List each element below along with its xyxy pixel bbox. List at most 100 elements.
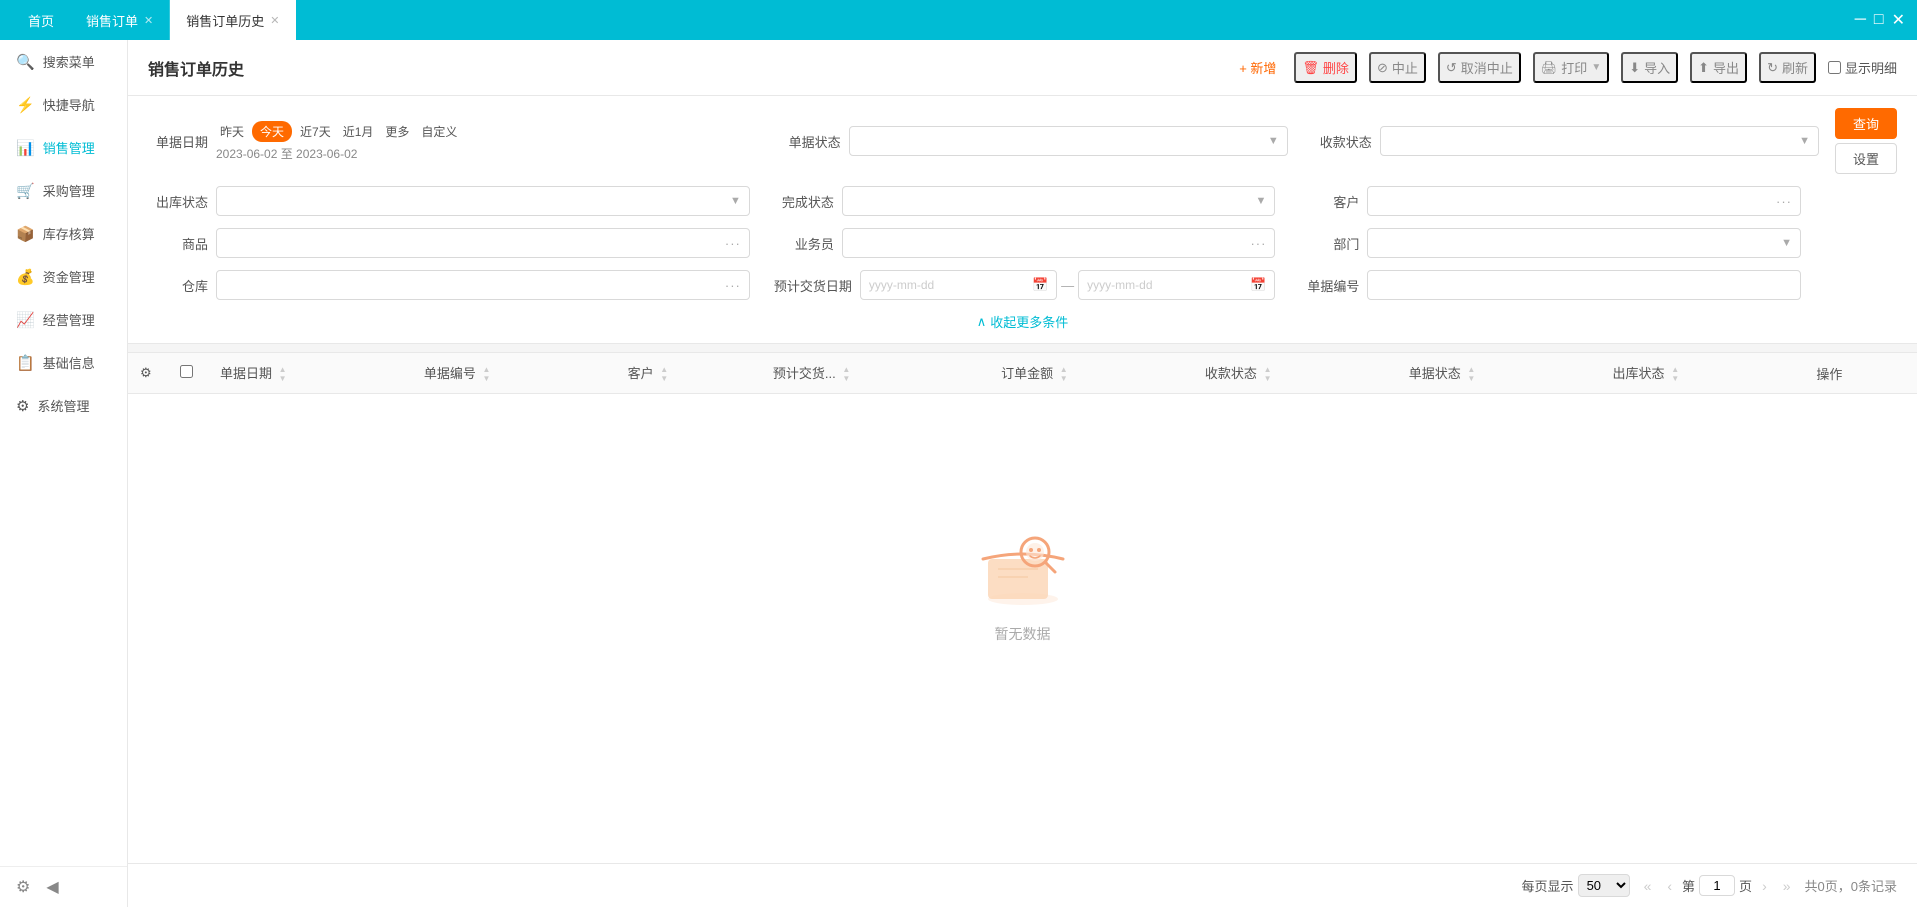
window-close-icon[interactable]: ✕: [1892, 10, 1905, 30]
th-customer[interactable]: 客户 ▲▼: [616, 353, 761, 394]
filter-salesperson: 业务员 ···: [774, 228, 1276, 258]
warehouse-more-icon: ···: [725, 278, 741, 293]
bill-number-label: 单据编号: [1299, 276, 1359, 295]
settings-button[interactable]: 设置: [1835, 143, 1897, 174]
query-button[interactable]: 查询: [1835, 108, 1897, 139]
refresh-button[interactable]: ↻ 刷新: [1759, 52, 1816, 83]
action-buttons: 查询 设置: [1835, 108, 1897, 174]
finance-icon: 💰: [16, 268, 35, 286]
sidebar-item-inventory[interactable]: 📦 库存核算: [0, 212, 127, 255]
receipt-status-dropdown-icon: ▼: [1799, 135, 1810, 147]
sidebar-item-operations[interactable]: 📈 经营管理: [0, 298, 127, 341]
stock-out-dropdown-icon: ▼: [730, 195, 741, 207]
stock-out-select[interactable]: ▼: [216, 186, 750, 216]
th-receipt-status[interactable]: 收款状态 ▲▼: [1193, 353, 1397, 394]
new-button[interactable]: + 新增: [1233, 54, 1282, 81]
inventory-icon: 📦: [16, 225, 35, 243]
tab-sales-order[interactable]: 销售订单 ✕: [70, 0, 170, 40]
export-button[interactable]: ⬆ 导出: [1690, 52, 1747, 83]
bill-number-sort-icon: ▲▼: [482, 366, 490, 383]
th-planned-delivery[interactable]: 预计交货... ▲▼: [761, 353, 989, 394]
filter-customer: 客户 ···: [1299, 186, 1801, 216]
date-tab-more[interactable]: 更多: [381, 121, 413, 142]
print-button[interactable]: 🖨 打印 ▼: [1533, 52, 1609, 83]
th-checkbox[interactable]: [168, 353, 208, 394]
per-page-dropdown[interactable]: 50 100 200: [1578, 874, 1630, 897]
cancel-stop-button[interactable]: ↺ 取消中止: [1438, 52, 1521, 83]
maximize-icon[interactable]: □: [1874, 11, 1884, 29]
receipt-status-select[interactable]: ▼: [1380, 126, 1819, 156]
stop-icon: ⊘: [1377, 60, 1388, 76]
th-bill-status[interactable]: 单据状态 ▲▼: [1397, 353, 1601, 394]
last-page-button[interactable]: »: [1777, 876, 1797, 896]
tab-sales-order-close[interactable]: ✕: [144, 14, 153, 27]
filter-bill-date: 单据日期 昨天 今天 近7天 近1月 更多 自定义 2023-06-02 至 2…: [148, 121, 757, 162]
product-input[interactable]: ···: [216, 228, 750, 258]
sidebar-item-sales-mgmt[interactable]: 📊 销售管理: [0, 126, 127, 169]
sidebar-item-purchase-mgmt-label: 采购管理: [43, 181, 95, 200]
customer-more-icon: ···: [1776, 194, 1792, 209]
th-settings[interactable]: ⚙: [128, 353, 168, 394]
collapse-icon: ∧: [977, 314, 987, 330]
department-select[interactable]: ▼: [1367, 228, 1801, 258]
display-detail-checkbox-label[interactable]: 显示明细: [1828, 58, 1897, 77]
display-detail-checkbox[interactable]: [1828, 61, 1841, 74]
th-bill-date[interactable]: 单据日期 ▲▼: [208, 353, 412, 394]
customer-input[interactable]: ···: [1367, 186, 1801, 216]
sidebar-item-sys-mgmt-label: 系统管理: [37, 396, 89, 415]
import-button[interactable]: ⬇ 导入: [1621, 52, 1678, 83]
planned-delivery-start-input[interactable]: yyyy-mm-dd 📅: [860, 270, 1057, 300]
prev-page-button[interactable]: ‹: [1661, 876, 1678, 896]
th-stock-out-status[interactable]: 出库状态 ▲▼: [1601, 353, 1805, 394]
sidebar-item-finance-label: 资金管理: [43, 267, 95, 286]
planned-delivery-end-value: yyyy-mm-dd: [1087, 278, 1246, 292]
sidebar-search[interactable]: 🔍 搜索菜单: [0, 40, 127, 83]
sidebar-item-basic-info[interactable]: 📋 基础信息: [0, 341, 127, 384]
tab-sales-order-history-close[interactable]: ✕: [270, 14, 279, 27]
sidebar-item-finance[interactable]: 💰 资金管理: [0, 255, 127, 298]
minimize-icon[interactable]: ─: [1855, 11, 1866, 29]
bill-number-input[interactable]: [1367, 270, 1801, 300]
warehouse-input[interactable]: ···: [216, 270, 750, 300]
tab-sales-order-history[interactable]: 销售订单历史 ✕: [170, 0, 296, 40]
stock-out-label: 出库状态: [148, 192, 208, 211]
pagination-bar: 每页显示 50 100 200 « ‹ 第 页 › » 共0页，0条记录: [128, 863, 1917, 907]
filter-planned-delivery: 预计交货日期 yyyy-mm-dd 📅 — yyyy-mm-dd 📅: [774, 270, 1276, 300]
date-tab-yesterday[interactable]: 昨天: [216, 121, 248, 142]
th-bill-number[interactable]: 单据编号 ▲▼: [412, 353, 616, 394]
sidebar-item-purchase-mgmt[interactable]: 🛒 采购管理: [0, 169, 127, 212]
page-number-input[interactable]: [1699, 875, 1735, 896]
print-dropdown-icon: ▼: [1591, 62, 1601, 73]
stop-button[interactable]: ⊘ 中止: [1369, 52, 1426, 83]
sidebar-item-sys-mgmt[interactable]: ⚙ 系统管理: [0, 384, 127, 427]
th-order-amount[interactable]: 订单金额 ▲▼: [989, 353, 1193, 394]
delete-button[interactable]: 🗑 删除: [1294, 52, 1357, 83]
complete-status-select[interactable]: ▼: [842, 186, 1276, 216]
tab-home[interactable]: 首页: [12, 0, 70, 40]
department-label: 部门: [1299, 234, 1359, 253]
first-page-button[interactable]: «: [1638, 876, 1658, 896]
bill-status-select[interactable]: ▼: [849, 126, 1288, 156]
salesperson-input[interactable]: ···: [842, 228, 1276, 258]
department-dropdown-icon: ▼: [1781, 237, 1792, 249]
next-page-button[interactable]: ›: [1756, 876, 1773, 896]
sidebar-item-quick-nav[interactable]: ⚡ 快捷导航: [0, 83, 127, 126]
date-tab-1month[interactable]: 近1月: [339, 121, 378, 142]
empty-illustration: [963, 514, 1083, 614]
warehouse-label: 仓库: [148, 276, 208, 295]
collapse-button[interactable]: ∧ 收起更多条件: [148, 312, 1897, 331]
planned-delivery-end-input[interactable]: yyyy-mm-dd 📅: [1078, 270, 1275, 300]
date-tab-7days[interactable]: 近7天: [296, 121, 335, 142]
sidebar-collapse-icon[interactable]: ◀: [46, 877, 58, 897]
filter-stock-out: 出库状态 ▼: [148, 186, 750, 216]
date-tab-custom[interactable]: 自定义: [417, 121, 461, 142]
page-title: 销售订单历史: [148, 56, 244, 92]
refresh-icon: ↻: [1767, 60, 1778, 76]
filter-complete-status: 完成状态 ▼: [774, 186, 1276, 216]
calendar-end-icon: 📅: [1250, 277, 1266, 293]
sidebar-settings-icon[interactable]: ⚙: [16, 877, 30, 897]
date-tab-today[interactable]: 今天: [252, 121, 292, 142]
select-all-checkbox[interactable]: [180, 365, 193, 378]
calendar-start-icon: 📅: [1032, 277, 1048, 293]
tab-sales-order-label: 销售订单: [86, 11, 138, 30]
